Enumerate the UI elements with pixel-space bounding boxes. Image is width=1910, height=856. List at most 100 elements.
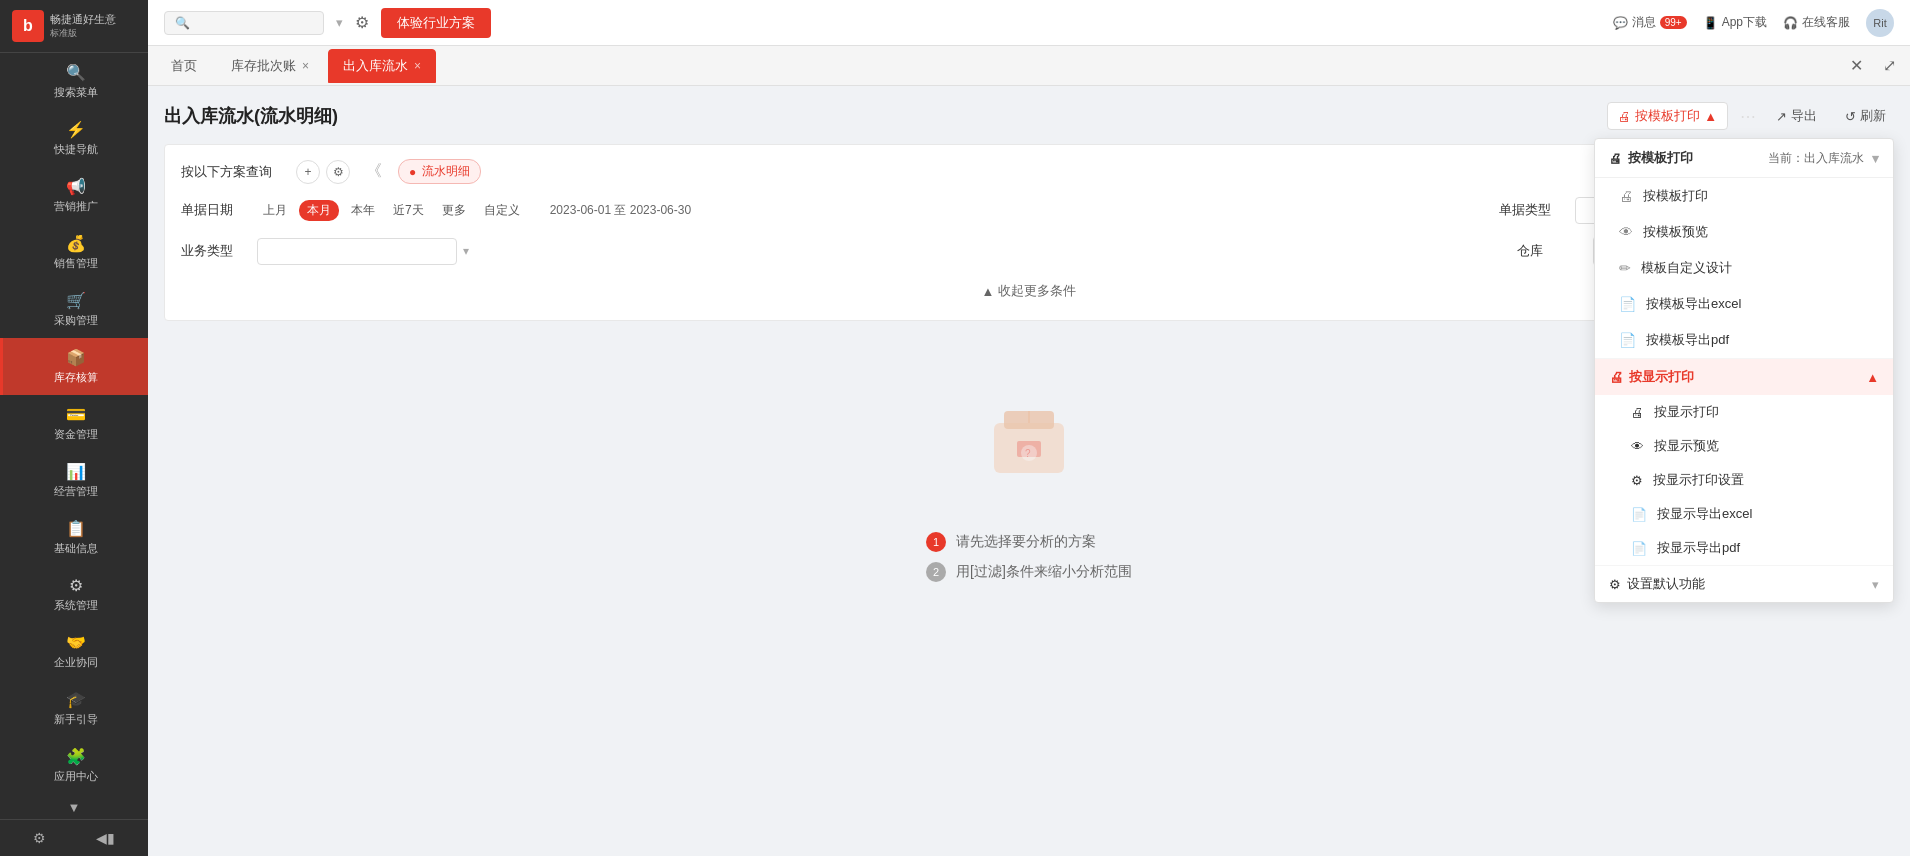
sidebar-item-marketing[interactable]: 📢 营销推广 — [0, 167, 148, 224]
display-print-section-icon: 🖨 — [1609, 369, 1623, 385]
chevron-up-icon: ▲ — [1704, 109, 1717, 124]
flow-tab-close-icon[interactable]: × — [414, 59, 421, 73]
print-template-button[interactable]: 🖨 按模板打印 ▲ — [1607, 102, 1728, 130]
set-default-icon: ⚙ — [1609, 577, 1621, 592]
template-design-item[interactable]: ✏ 模板自定义设计 — [1595, 250, 1893, 286]
basic-icon: 📋 — [66, 519, 86, 538]
trial-button[interactable]: 体验行业方案 — [381, 8, 491, 38]
display-preview-item[interactable]: 👁 按显示预览 — [1595, 429, 1893, 463]
sidebar-item-label: 库存核算 — [54, 370, 98, 385]
sidebar-item-finance[interactable]: 💳 资金管理 — [0, 395, 148, 452]
enterprise-icon: 🤝 — [66, 633, 86, 652]
template-export-excel-item[interactable]: 📄 按模板导出excel — [1595, 286, 1893, 322]
printer-header-icon: 🖨 — [1609, 151, 1622, 166]
sidebar-item-operation[interactable]: 📊 经营管理 — [0, 452, 148, 509]
sidebar-item-search[interactable]: 🔍 搜索菜单 — [0, 53, 148, 110]
sidebar-item-purchase[interactable]: 🛒 采购管理 — [0, 281, 148, 338]
display-set-label: 按显示打印设置 — [1653, 471, 1744, 489]
online-service-btn[interactable]: 🎧 在线客服 — [1783, 14, 1850, 31]
display-print-set-item[interactable]: ⚙ 按显示打印设置 — [1595, 463, 1893, 497]
export-button[interactable]: ↗ 导出 — [1768, 103, 1825, 129]
tabbar: 首页 库存批次账 × 出入库流水 × ✕ ⤢ — [148, 46, 1910, 86]
section2-collapse-icon[interactable]: ▲ — [1866, 370, 1879, 385]
display-print-header[interactable]: 🖨 按显示打印 ▲ — [1595, 359, 1893, 395]
step-1-num: 1 — [926, 532, 946, 552]
template-print-label: 按模板打印 — [1643, 187, 1708, 205]
filter-collapse-icon[interactable]: 《 — [366, 161, 382, 182]
purchase-icon: 🛒 — [66, 291, 86, 310]
template-excel-label: 按模板导出excel — [1646, 295, 1741, 313]
topbar-search-input[interactable] — [196, 16, 316, 30]
collapse-sidebar-icon[interactable]: ◀▮ — [96, 830, 115, 846]
warehouse-filter-label: 仓库 — [1517, 242, 1577, 260]
settings-icon[interactable]: ⚙ — [33, 830, 46, 846]
sidebar-item-label: 营销推广 — [54, 199, 98, 214]
online-service-label: 在线客服 — [1802, 14, 1850, 31]
date-btn-more[interactable]: 更多 — [436, 200, 472, 221]
biz-type-select[interactable] — [257, 238, 457, 265]
sidebar-item-shortcut[interactable]: ⚡ 快捷导航 — [0, 110, 148, 167]
main-area: 🔍 ▾ ⚙ 体验行业方案 💬 消息 99+ 📱 App下载 🎧 在线客服 — [148, 0, 1910, 856]
filter-tag-label: 流水明细 — [422, 163, 470, 180]
template-preview-icon: 👁 — [1619, 224, 1633, 240]
display-preview-icon: 👁 — [1631, 439, 1644, 454]
sidebar-item-label: 企业协同 — [54, 655, 98, 670]
actions-separator: ⋯ — [1740, 107, 1756, 126]
dropdown-collapse-icon[interactable]: ▾ — [1872, 151, 1879, 166]
tabbar-right: ✕ ⤢ — [1844, 54, 1902, 77]
date-btn-custom[interactable]: 自定义 — [478, 200, 526, 221]
sidebar-item-appcenter[interactable]: 🧩 应用中心 — [0, 737, 148, 794]
message-icon: 💬 — [1613, 16, 1628, 30]
set-default-btn[interactable]: ⚙ 设置默认功能 ▾ — [1595, 566, 1893, 602]
refresh-button[interactable]: ↺ 刷新 — [1837, 103, 1894, 129]
date-btn-current-month[interactable]: 本月 — [299, 200, 339, 221]
topbar-gear-icon[interactable]: ⚙ — [355, 13, 369, 32]
add-filter-button[interactable]: + — [296, 160, 320, 184]
display-pdf-icon: 📄 — [1631, 541, 1647, 556]
phone-icon: 📱 — [1703, 16, 1718, 30]
display-excel-label: 按显示导出excel — [1657, 505, 1752, 523]
date-btn-7days[interactable]: 近7天 — [387, 200, 430, 221]
template-pdf-icon: 📄 — [1619, 332, 1636, 348]
message-btn[interactable]: 💬 消息 99+ — [1613, 14, 1687, 31]
sidebar-item-inventory[interactable]: 📦 库存核算 — [0, 338, 148, 395]
sidebar-scroll-down[interactable]: ▼ — [0, 796, 148, 819]
user-avatar[interactable]: Rit — [1866, 9, 1894, 37]
template-preview-item[interactable]: 👁 按模板预览 — [1595, 214, 1893, 250]
topbar-search[interactable]: 🔍 — [164, 11, 324, 35]
tab-close-all-button[interactable]: ✕ — [1844, 54, 1869, 77]
filter-tag[interactable]: ● 流水明细 — [398, 159, 481, 184]
display-export-excel-item[interactable]: 📄 按显示导出excel — [1595, 497, 1893, 531]
tab-expand-button[interactable]: ⤢ — [1877, 54, 1902, 77]
system-icon: ⚙ — [69, 576, 83, 595]
date-btn-year[interactable]: 本年 — [345, 200, 381, 221]
svg-text:?: ? — [1025, 448, 1031, 459]
dropdown-current-label: 当前：出入库流水 — [1768, 150, 1864, 167]
display-export-pdf-item[interactable]: 📄 按显示导出pdf — [1595, 531, 1893, 565]
tab-home[interactable]: 首页 — [156, 49, 212, 83]
sidebar-item-enterprise[interactable]: 🤝 企业协同 — [0, 623, 148, 680]
content-area: 出入库流水(流水明细) 🖨 按模板打印 ▲ ⋯ ↗ 导出 ↺ 刷新 — [148, 86, 1910, 856]
step-1-text: 请先选择要分析的方案 — [956, 533, 1096, 551]
template-print-item[interactable]: 🖨 按模板打印 — [1595, 178, 1893, 214]
sidebar-item-label: 资金管理 — [54, 427, 98, 442]
marketing-icon: 📢 — [66, 177, 86, 196]
collapse-button[interactable]: ▲ 收起更多条件 — [966, 276, 1093, 306]
doc-type-filter-label: 单据类型 — [1499, 201, 1559, 219]
tab-flow[interactable]: 出入库流水 × — [328, 49, 436, 83]
filter-settings-button[interactable]: ⚙ — [326, 160, 350, 184]
template-export-pdf-item[interactable]: 📄 按模板导出pdf — [1595, 322, 1893, 358]
topbar-dropdown-icon[interactable]: ▾ — [336, 15, 343, 30]
sidebar-item-newbie[interactable]: 🎓 新手引导 — [0, 680, 148, 737]
sidebar-item-system[interactable]: ⚙ 系统管理 — [0, 566, 148, 623]
tab-batch[interactable]: 库存批次账 × — [216, 49, 324, 83]
date-range-text: 2023-06-01 至 2023-06-30 — [550, 202, 691, 219]
date-btn-last-month[interactable]: 上月 — [257, 200, 293, 221]
display-print-item[interactable]: 🖨 按显示打印 — [1595, 395, 1893, 429]
collapse-label: 收起更多条件 — [998, 282, 1076, 300]
batch-tab-close-icon[interactable]: × — [302, 59, 309, 73]
sidebar-item-sales[interactable]: 💰 销售管理 — [0, 224, 148, 281]
app-download-btn[interactable]: 📱 App下载 — [1703, 14, 1767, 31]
sidebar-item-basic[interactable]: 📋 基础信息 — [0, 509, 148, 566]
print-template-label: 按模板打印 — [1635, 107, 1700, 125]
